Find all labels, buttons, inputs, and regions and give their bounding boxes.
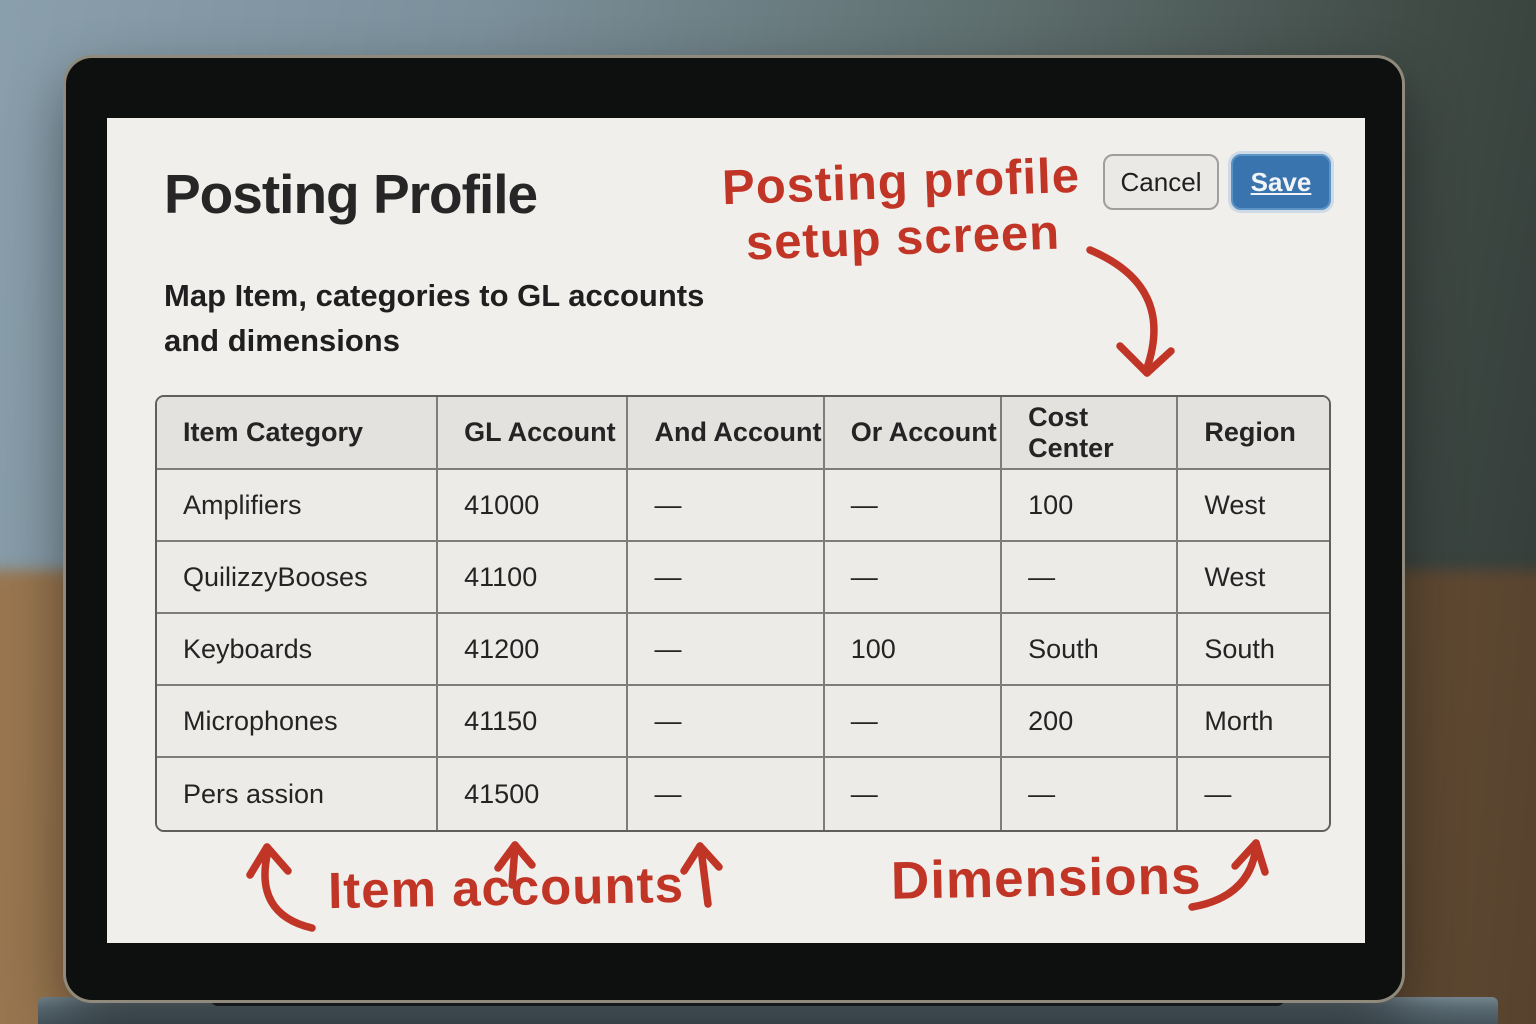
- curved-arrow-up-right-icon: [1188, 839, 1269, 911]
- table-cell[interactable]: 41000: [438, 470, 629, 542]
- table-row: Microphones 41150— —200 Morth: [157, 686, 1329, 758]
- column-header: And Account: [628, 397, 825, 470]
- table-cell[interactable]: —: [628, 758, 825, 830]
- curved-arrow-up-left-icon: [246, 843, 316, 932]
- page-subtitle: Map Item, categories to GL accounts and …: [164, 274, 704, 364]
- table-row: Pers assion 41500— — — —: [157, 758, 1329, 830]
- table-cell[interactable]: West: [1178, 470, 1329, 542]
- table-row: QuilizzyBooses 41100— — — West: [157, 542, 1329, 614]
- table-header-row: Item Category GL Account And Account Or Acc…: [157, 397, 1329, 470]
- table-cell[interactable]: 100: [824, 614, 1003, 686]
- save-button[interactable]: Save: [1231, 154, 1331, 210]
- page-subtitle-line1: Map Item, categories to GL accounts: [164, 278, 705, 313]
- posting-profile-table: Item Category GL Account And Account Or Acc…: [155, 395, 1331, 832]
- column-header: GL Account: [438, 397, 629, 470]
- annotation-item-accounts: Item accounts: [327, 855, 685, 920]
- table-cell[interactable]: —: [1002, 542, 1179, 614]
- table-cell[interactable]: —: [628, 686, 825, 758]
- table-cell[interactable]: 41150: [438, 686, 629, 758]
- table-cell[interactable]: Keyboards: [157, 614, 439, 686]
- table-cell[interactable]: 41200: [438, 614, 629, 686]
- table-cell[interactable]: South: [1002, 614, 1179, 686]
- table-cell[interactable]: —: [628, 614, 825, 686]
- column-header: Cost Center: [1002, 397, 1179, 470]
- annotation-dimensions: Dimensions: [890, 846, 1202, 911]
- table-cell[interactable]: QuilizzyBooses: [157, 542, 439, 614]
- table-cell[interactable]: Microphones: [157, 686, 439, 758]
- curved-arrow-down-icon: [1086, 246, 1175, 377]
- table-row: Amplifiers 41000— —100 West: [157, 470, 1329, 542]
- table-cell[interactable]: 200: [1002, 686, 1179, 758]
- table-cell[interactable]: 100: [1002, 470, 1179, 542]
- table-cell[interactable]: —: [824, 470, 1003, 542]
- page-title: Posting Profile: [164, 163, 538, 225]
- table-row: Keyboards 41200—100 South South: [157, 614, 1329, 686]
- table-cell[interactable]: —: [824, 758, 1003, 830]
- table-cell[interactable]: —: [824, 686, 1003, 758]
- column-header: Item Category: [157, 397, 439, 470]
- photo-scene: Posting Profile Map Item, categories to …: [0, 0, 1536, 1024]
- table-cell[interactable]: Pers assion: [157, 758, 439, 830]
- table-cell[interactable]: —: [628, 470, 825, 542]
- table-cell[interactable]: 41100: [438, 542, 629, 614]
- page-subtitle-line2: and dimensions: [164, 322, 400, 358]
- table-cell[interactable]: 41500: [438, 758, 629, 830]
- table-cell[interactable]: West: [1178, 542, 1329, 614]
- table-cell[interactable]: Morth: [1178, 686, 1329, 758]
- table-cell[interactable]: —: [1178, 758, 1329, 830]
- table-cell[interactable]: —: [824, 542, 1003, 614]
- table-cell[interactable]: —: [1002, 758, 1179, 830]
- table-cell[interactable]: Amplifiers: [157, 470, 439, 542]
- annotation-setup-screen: Posting profile setup screen: [680, 146, 1124, 274]
- posting-profile-screen: Posting Profile Map Item, categories to …: [107, 118, 1365, 943]
- column-header: Or Account: [824, 397, 1003, 470]
- small-up-arrow-icon: [680, 842, 723, 908]
- table-cell[interactable]: South: [1178, 614, 1329, 686]
- table-cell[interactable]: —: [628, 542, 825, 614]
- column-header: Region: [1178, 397, 1329, 470]
